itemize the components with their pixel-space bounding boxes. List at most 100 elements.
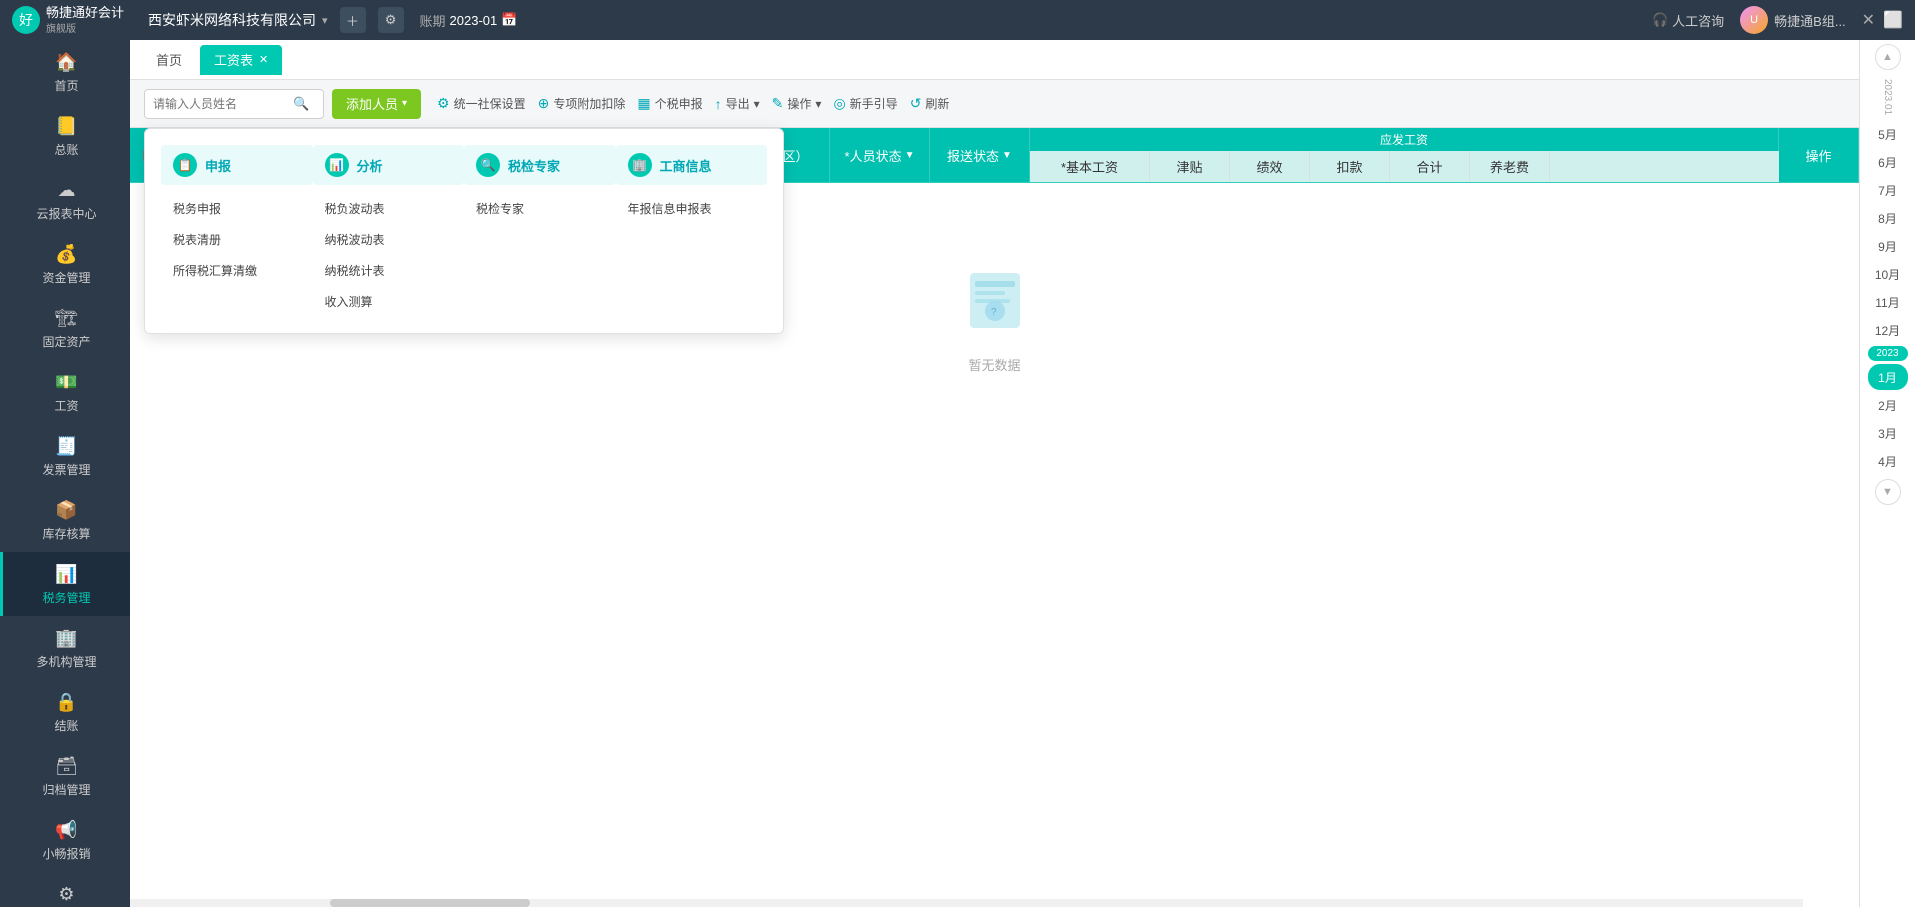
sidebar-item-archive[interactable]: 🗃 归档管理 [0, 744, 130, 808]
sub-th-perf: 绩效 [1230, 151, 1310, 182]
scrollbar-track[interactable] [130, 899, 1803, 907]
header-right: 🎧 人工咨询 U 畅捷通B组... ✕ ⬜ [1652, 6, 1903, 34]
tax-report-button[interactable]: ▦ 个税申报 [637, 95, 702, 112]
special-deduct-button[interactable]: ⊕ 专项附加扣除 [538, 95, 626, 112]
sidebar-item-tax[interactable]: 📊 税务管理 [0, 552, 130, 616]
tab-close-icon[interactable]: ✕ [259, 53, 268, 66]
cal-nav-down[interactable]: ▼ [1875, 479, 1901, 505]
top-header: 好 畅捷通好会计 旗舰版 西安虾米网络科技有限公司 ▾ ＋ ⚙ 账期 2023-… [0, 0, 1915, 40]
dropdown-item-taxexpert[interactable]: 税检专家 [464, 193, 616, 224]
social-settings-button[interactable]: ⚙ 统一社保设置 [437, 95, 526, 112]
cal-month-9[interactable]: 9月 [1868, 233, 1908, 259]
sidebar-item-home[interactable]: 🏠 首页 [0, 40, 130, 104]
marketing-icon: 📢 [55, 820, 77, 841]
empty-text: 暂无数据 [968, 355, 1020, 374]
dropdown-header-zhuanjia: 🔍 税检专家 [464, 145, 616, 185]
sidebar-item-cloud-report[interactable]: ☁ 云报表中心 [0, 168, 130, 232]
sidebar-item-multi-org[interactable]: 🏢 多机构管理 [0, 616, 130, 680]
dropdown-item-taxstat[interactable]: 纳税统计表 [313, 255, 465, 286]
fund-icon: 💰 [55, 244, 77, 265]
export-button[interactable]: ↑ 导出 ▾ [715, 95, 760, 112]
dropdown-item-income[interactable]: 收入测算 [313, 286, 465, 317]
cal-month-6[interactable]: 6月 [1868, 149, 1908, 175]
cal-month-12[interactable]: 12月 [1868, 317, 1908, 343]
ops-icon: ✎ [772, 95, 784, 112]
cal-month-10[interactable]: 10月 [1868, 261, 1908, 287]
dropdown-item-taxpay[interactable]: 纳税波动表 [313, 224, 465, 255]
sidebar-item-invoice[interactable]: 🧾 发票管理 [0, 424, 130, 488]
scrollbar-thumb[interactable] [330, 899, 530, 907]
gongshang-icon: 🏢 [628, 153, 652, 177]
dropdown-item-taxburden[interactable]: 税负波动表 [313, 193, 465, 224]
maximize-icon[interactable]: ⬜ [1883, 10, 1903, 30]
dropdown-item-annualreport[interactable]: 年报信息申报表 [616, 193, 768, 224]
sidebar-item-assets[interactable]: 🏗 固定资产 [0, 296, 130, 360]
dropdown-col-gongshang: 🏢 工商信息 年报信息申报表 [616, 145, 768, 317]
tab-payroll[interactable]: 工资表 ✕ [200, 45, 282, 75]
operations-button[interactable]: ✎ 操作 ▾ [772, 95, 822, 112]
export-label: 导出 [726, 95, 750, 112]
cal-month-4[interactable]: 4月 [1868, 448, 1908, 474]
sidebar-item-inventory[interactable]: 📦 库存核算 [0, 488, 130, 552]
add-button[interactable]: ＋ [340, 7, 366, 33]
cal-month-2[interactable]: 2月 [1868, 392, 1908, 418]
tab-payroll-label: 工资表 [214, 50, 253, 69]
dropdown-header-fenxi: 📊 分析 [313, 145, 465, 185]
dropdown-col-shenb: 📋 申报 税务申报 税表清册 所得税汇算清缴 [161, 145, 313, 317]
chevron-down-icon: ▾ [322, 14, 328, 27]
dropdown-item-taxreport[interactable]: 税务申报 [161, 193, 313, 224]
dropdown-item-incometax[interactable]: 所得税汇算清缴 [161, 255, 313, 286]
sidebar-label-fund: 资金管理 [42, 269, 90, 286]
user-area[interactable]: U 畅捷通B组... [1740, 6, 1846, 34]
sidebar-label-tax: 税务管理 [42, 589, 90, 606]
calendar-icon[interactable]: 📅 [501, 12, 517, 28]
app-edition: 旗舰版 [46, 20, 124, 35]
dropdown-header-shenb: 📋 申报 [161, 145, 313, 185]
sidebar-item-settings[interactable]: ⚙ 基础设置 [0, 872, 130, 907]
sidebar-label-home: 首页 [54, 77, 78, 94]
cal-month-7[interactable]: 7月 [1868, 177, 1908, 203]
th-status: *人员状态 ▼ [830, 128, 930, 182]
cal-month-1-active[interactable]: 1月 [1868, 364, 1908, 390]
cal-nav-up[interactable]: ▲ [1875, 44, 1901, 70]
sidebar-item-fund[interactable]: 💰 资金管理 [0, 232, 130, 296]
tab-home[interactable]: 首页 [142, 45, 196, 75]
refresh-label: 刷新 [925, 95, 949, 112]
zhuanjia-label: 税检专家 [508, 156, 560, 175]
add-person-chevron-icon: ▾ [402, 98, 407, 109]
cal-month-5[interactable]: 5月 [1868, 121, 1908, 147]
close-icon[interactable]: ✕ [1862, 10, 1875, 30]
sub-th-total: 合计 [1390, 151, 1470, 182]
settings-icon[interactable]: ⚙ [378, 7, 404, 33]
th-payroll-group: 应发工资 [1030, 128, 1779, 151]
service-button[interactable]: 🎧 人工咨询 [1652, 11, 1724, 30]
cal-month-8[interactable]: 8月 [1868, 205, 1908, 231]
sidebar: 🏠 首页 📒 总账 ☁ 云报表中心 💰 资金管理 🏗 固定资产 💵 工资 🧾 发… [0, 40, 130, 907]
inventory-icon: 📦 [55, 500, 77, 521]
close-account-icon: 🔒 [55, 692, 77, 713]
sidebar-item-marketing[interactable]: 📢 小畅报销 [0, 808, 130, 872]
th-ops: 操作 [1779, 128, 1859, 182]
shenb-label: 申报 [205, 156, 231, 175]
cal-month-3[interactable]: 3月 [1868, 420, 1908, 446]
add-person-button[interactable]: 添加人员 ▾ [332, 89, 421, 119]
company-selector[interactable]: 西安虾米网络科技有限公司 ▾ [148, 10, 328, 30]
invoice-icon: 🧾 [55, 436, 77, 457]
ops-chevron-icon: ▾ [815, 97, 821, 111]
tab-bar: 首页 工资表 ✕ [130, 40, 1859, 80]
sidebar-item-close-account[interactable]: 🔒 结账 [0, 680, 130, 744]
window-controls: ✕ ⬜ [1862, 10, 1903, 30]
search-input[interactable] [153, 97, 293, 111]
sidebar-label-assets: 固定资产 [42, 333, 90, 350]
cal-month-11[interactable]: 11月 [1868, 289, 1908, 315]
tax-report-label: 个税申报 [655, 95, 703, 112]
guide-button[interactable]: ◎ 新手引导 [833, 95, 897, 112]
sidebar-item-ledger[interactable]: 📒 总账 [0, 104, 130, 168]
sidebar-label-inventory: 库存核算 [42, 525, 90, 542]
tax-report-icon: ▦ [637, 95, 650, 112]
refresh-button[interactable]: ↺ 刷新 [910, 95, 950, 112]
dropdown-item-taxreg[interactable]: 税表清册 [161, 224, 313, 255]
sidebar-label-invoice: 发票管理 [42, 461, 90, 478]
sidebar-item-payroll[interactable]: 💵 工资 [0, 360, 130, 424]
period-label: 账期 [420, 11, 446, 30]
